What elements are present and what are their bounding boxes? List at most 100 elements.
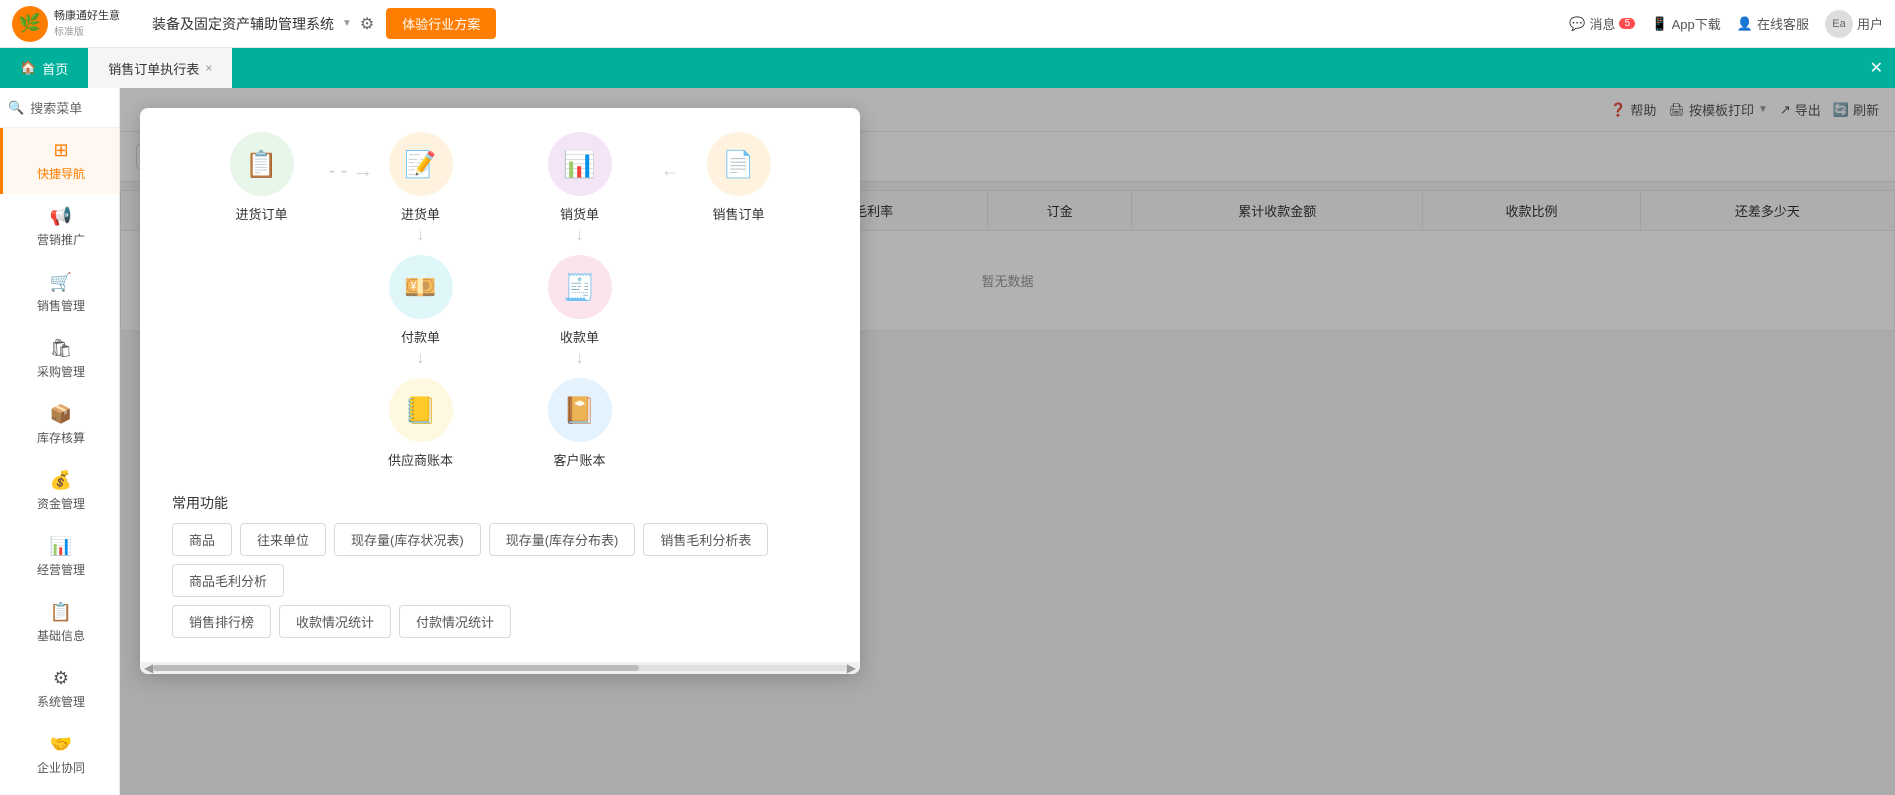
down-arrow-receipt: ↓ (576, 227, 584, 245)
purchase-bill-circle[interactable]: 📝 (389, 132, 453, 196)
func-btn-partner[interactable]: 往来单位 (240, 523, 326, 556)
service-icon: 👤 (1737, 16, 1753, 32)
flow-cell-receipt: 🧾 收款单 ↓ (500, 255, 659, 346)
modal-scrollbar: ◀ ▶ (140, 662, 860, 674)
search-icon: 🔍 (8, 100, 24, 116)
supplier-ledger-circle[interactable]: 📒 (389, 378, 453, 442)
modal: 📋 进货订单 - - → 📝 进货单 ↓ 📊 (140, 108, 860, 674)
logo-icon: 🌿 (12, 6, 48, 42)
tab-sales-order[interactable]: 销售订单执行表 × (88, 48, 232, 88)
func-btn-product[interactable]: 商品 (172, 523, 232, 556)
func-btn-inventory-dist[interactable]: 现存量(库存分布表) (489, 523, 636, 556)
common-functions: 常用功能 商品 往来单位 现存量(库存状况表) 现存量(库存分布表) 销售毛利分… (172, 493, 828, 638)
logo-area: 🌿 畅康通好生意 标准版 (12, 6, 132, 42)
sales-bill-circle[interactable]: 📊 (548, 132, 612, 196)
func-btn-sales-profit[interactable]: 销售毛利分析表 (643, 523, 768, 556)
sidebar-item-basic-info[interactable]: 📋 基础信息 (0, 590, 119, 656)
message-item[interactable]: 💬 消息 5 (1569, 14, 1635, 33)
func-btn-product-profit[interactable]: 商品毛利分析 (172, 564, 284, 597)
header-right: 💬 消息 5 📱 App下载 👤 在线客服 Ea 用户 (1569, 10, 1883, 38)
customer-ledger-circle[interactable]: 📔 (548, 378, 612, 442)
sidebar-item-finance[interactable]: 💰 资金管理 (0, 458, 119, 524)
sidebar-item-guide[interactable]: 📖 新手引导 (0, 788, 119, 795)
app-download-item[interactable]: 📱 App下载 (1651, 14, 1720, 33)
tab-bar-right: ✕ (1870, 58, 1895, 78)
flow-cell-customer-ledger: 📔 客户账本 (500, 378, 659, 469)
online-service-item[interactable]: 👤 在线客服 (1737, 14, 1809, 33)
finance-icon: 💰 (50, 470, 72, 491)
quick-nav-icon: ⊞ (53, 140, 68, 161)
arrow-to-purchase-bill: - - → (329, 160, 373, 183)
tab-home[interactable]: 🏠 首页 (0, 48, 88, 88)
message-icon: 💬 (1569, 16, 1585, 32)
avatar: Ea (1825, 10, 1853, 38)
down-arrow-supplier: ↓ (417, 350, 425, 368)
inventory-icon: 📦 (50, 404, 72, 425)
flow-spacer-4 (659, 346, 818, 469)
experience-button[interactable]: 体验行业方案 (386, 8, 496, 39)
marketing-icon: 📢 (50, 206, 72, 227)
phone-icon: 📱 (1651, 16, 1667, 32)
customer-ledger-label: 客户账本 (553, 450, 605, 469)
close-all-button[interactable]: ✕ (1870, 60, 1883, 77)
func-btn-receipt-stats[interactable]: 收款情况统计 (279, 605, 391, 638)
payment-circle[interactable]: 💴 (389, 255, 453, 319)
purchase-icon: 🛍 (50, 338, 73, 359)
user-item[interactable]: Ea 用户 (1825, 10, 1883, 38)
modal-overlay[interactable]: 📋 进货订单 - - → 📝 进货单 ↓ 📊 (120, 88, 1895, 795)
payment-label: 付款单 (401, 327, 440, 346)
flow-cell-supplier-ledger: 📒 供应商账本 (341, 378, 500, 469)
receipt-label: 收款单 (560, 327, 599, 346)
tab-close-icon[interactable]: × (205, 61, 212, 75)
sidebar-search[interactable]: 🔍 搜索菜单 (0, 88, 119, 128)
arrow-from-sales-order: ← (661, 160, 679, 181)
flow-cell-sales-bill: 📊 销货单 ↓ ← (500, 132, 659, 223)
sidebar-item-quick-nav[interactable]: ⊞ 快捷导航 (0, 128, 119, 194)
sidebar-item-inventory[interactable]: 📦 库存核算 (0, 392, 119, 458)
sidebar-item-marketing[interactable]: 📢 营销推广 (0, 194, 119, 260)
sidebar: 🔍 搜索菜单 ⊞ 快捷导航 📢 营销推广 🛒 销售管理 🛍 采购管理 📦 库存核… (0, 88, 120, 795)
purchase-bill-label: 进货单 (401, 204, 440, 223)
sidebar-item-system[interactable]: ⚙ 系统管理 (0, 656, 119, 722)
scrollbar-track[interactable] (153, 665, 847, 671)
receipt-circle[interactable]: 🧾 (548, 255, 612, 319)
supplier-ledger-label: 供应商账本 (388, 450, 453, 469)
header-middle: 体验行业方案 (386, 8, 1569, 39)
down-arrow-payment: ↓ (417, 227, 425, 245)
common-func-title: 常用功能 (172, 493, 828, 513)
logo-subtext: 标准版 (54, 23, 120, 38)
func-buttons-row1: 商品 往来单位 现存量(库存状况表) 现存量(库存分布表) 销售毛利分析表 商品… (172, 523, 828, 597)
func-btn-sales-rank[interactable]: 销售排行榜 (172, 605, 271, 638)
purchase-order-circle[interactable]: 📋 (230, 132, 294, 196)
home-icon: 🏠 (20, 60, 36, 76)
sidebar-item-sales[interactable]: 🛒 销售管理 (0, 260, 119, 326)
down-arrow-customer: ↓ (576, 350, 584, 368)
scrollbar-thumb (153, 665, 638, 671)
func-btn-payment-stats[interactable]: 付款情况统计 (399, 605, 511, 638)
modal-body: 📋 进货订单 - - → 📝 进货单 ↓ 📊 (140, 108, 860, 662)
func-btn-inventory-status[interactable]: 现存量(库存状况表) (334, 523, 481, 556)
flow-cell-payment: 💴 付款单 ↓ (341, 255, 500, 346)
logo-text: 畅康通好生意 (54, 9, 120, 23)
settings-icon[interactable]: ⚙ (360, 14, 374, 34)
scroll-right-arrow[interactable]: ▶ (847, 661, 856, 674)
sales-order-label: 销售订单 (712, 204, 764, 223)
sidebar-item-operations[interactable]: 📊 经营管理 (0, 524, 119, 590)
sales-order-circle[interactable]: 📄 (707, 132, 771, 196)
flow-diagram: 📋 进货订单 - - → 📝 进货单 ↓ 📊 (172, 132, 828, 469)
sidebar-item-purchase[interactable]: 🛍 采购管理 (0, 326, 119, 392)
func-buttons-row2: 销售排行榜 收款情况统计 付款情况统计 (172, 605, 828, 638)
message-badge: 5 (1619, 18, 1635, 29)
flow-spacer-3 (182, 346, 341, 469)
scroll-left-arrow[interactable]: ◀ (144, 661, 153, 674)
main-layout: 🔍 搜索菜单 ⊞ 快捷导航 📢 营销推广 🛒 销售管理 🛍 采购管理 📦 库存核… (0, 88, 1895, 795)
sales-bill-label: 销货单 (560, 204, 599, 223)
system-dropdown-icon[interactable]: ▼ (342, 18, 352, 29)
flow-cell-purchase-order: 📋 进货订单 - - → (182, 132, 341, 223)
sidebar-item-enterprise[interactable]: 🤝 企业协同 (0, 722, 119, 788)
enterprise-icon: 🤝 (50, 734, 72, 755)
flow-cell-sales-order: 📄 销售订单 (659, 132, 818, 223)
system-title: 装备及固定资产辅助管理系统 ▼ ⚙ (152, 14, 374, 34)
flow-spacer-1 (182, 223, 341, 346)
basic-info-icon: 📋 (50, 602, 72, 623)
